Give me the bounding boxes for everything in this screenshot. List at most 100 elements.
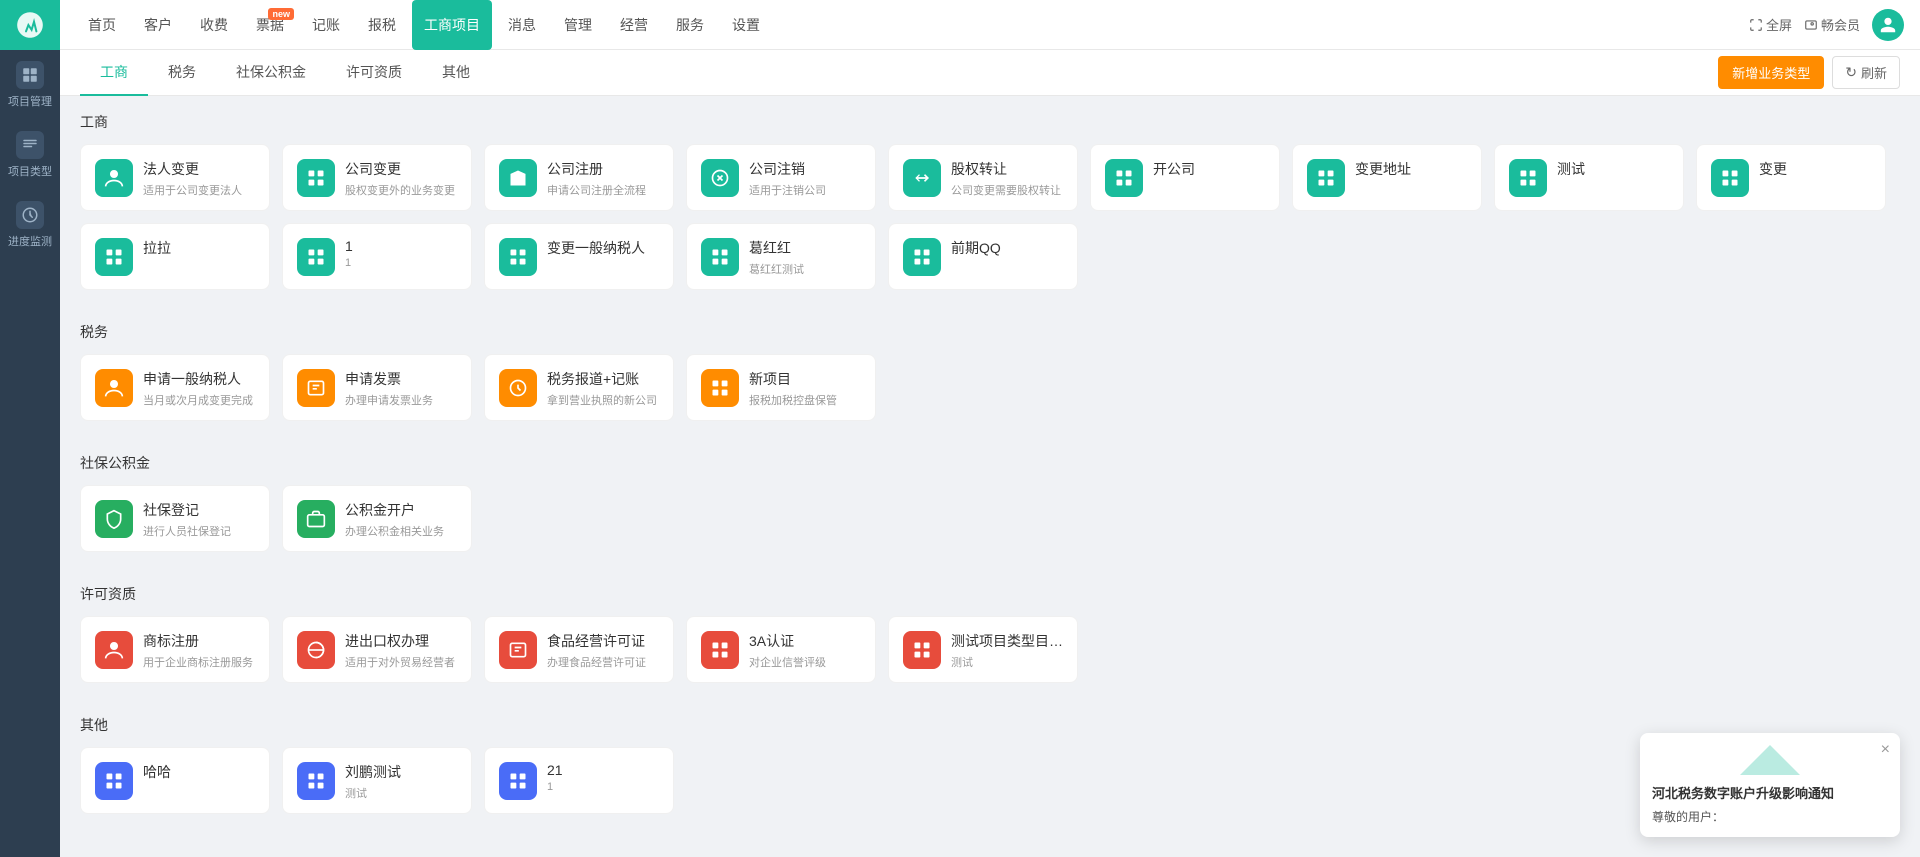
nav-operation[interactable]: 经营 (608, 0, 660, 50)
tab-other[interactable]: 其他 (422, 50, 490, 96)
card-title: 法人变更 (143, 159, 255, 179)
fullscreen-btn[interactable]: 全屏 (1749, 15, 1792, 34)
card-title: 刘鹏测试 (345, 762, 457, 782)
card-trademark[interactable]: 商标注册 用于企业商标注册服务 (80, 616, 270, 683)
card-desc: 对企业信誉评级 (749, 654, 861, 670)
card-test1[interactable]: 测试 (1494, 144, 1684, 211)
sidebar: 项目管理 项目类型 进度监测 (0, 0, 60, 857)
topnav-right: 全屏 畅会员 (1749, 9, 1904, 41)
card-provident-fund[interactable]: 公积金开户 办理公积金相关业务 (282, 485, 472, 552)
card-change1[interactable]: 变更 (1696, 144, 1886, 211)
sidebar-item-project-mgmt[interactable]: 项目管理 (0, 50, 60, 120)
new-badge: new (268, 8, 294, 20)
card-open-company[interactable]: 开公司 (1090, 144, 1280, 211)
card-apply-taxpayer[interactable]: 申请一般纳税人 当月或次月成变更完成 (80, 354, 270, 421)
card-title: 公司注销 (749, 159, 861, 179)
card-title: 测试项目类型目定义 (951, 631, 1063, 651)
nav-customer[interactable]: 客户 (132, 0, 184, 50)
company-cancel-icon (701, 159, 739, 197)
card-num1[interactable]: 1 1 (282, 223, 472, 290)
card-desc: 测试 (345, 785, 457, 801)
nav-invoice[interactable]: 票据 new (244, 0, 296, 50)
equity-transfer-icon (903, 159, 941, 197)
card-tax-report[interactable]: 税务报道+记账 拿到营业执照的新公司 (484, 354, 674, 421)
card-desc: 测试 (951, 654, 1063, 670)
card-lala[interactable]: 拉拉 (80, 223, 270, 290)
card-title: 公司变更 (345, 159, 457, 179)
section-shebao: 社保公积金 社保登记 进行人员社保登记 公积金开户 (60, 437, 1920, 552)
num21-icon (499, 762, 537, 800)
card-3a-cert[interactable]: 3A认证 对企业信誉评级 (686, 616, 876, 683)
section-title-other: 其他 (80, 715, 1900, 735)
card-desc: 适用于注销公司 (749, 182, 861, 198)
nav-manage[interactable]: 管理 (552, 0, 604, 50)
member-btn[interactable]: 畅会员 (1804, 15, 1860, 34)
avatar[interactable] (1872, 9, 1904, 41)
card-desc: 办理食品经营许可证 (547, 654, 659, 670)
nav-service[interactable]: 服务 (664, 0, 716, 50)
sidebar-item-label: 进度监测 (8, 233, 52, 249)
topnav: 首页 客户 收费 票据 new 记账 报税 工商项目 消息 管理 经营 服务 设… (60, 0, 1920, 50)
card-apply-invoice[interactable]: 申请发票 办理申请发票业务 (282, 354, 472, 421)
section-gongshang: 工商 法人变更 适用于公司变更法人 公司变更 (60, 96, 1920, 290)
tab-actions: 新增业务类型 ↻ 刷新 (1718, 56, 1900, 89)
provident-fund-icon (297, 500, 335, 538)
card-social-insurance[interactable]: 社保登记 进行人员社保登记 (80, 485, 270, 552)
card-company-register[interactable]: 公司注册 申请公司注册全流程 (484, 144, 674, 211)
card-title: 1 (345, 238, 457, 254)
tab-shebao[interactable]: 社保公积金 (216, 50, 326, 96)
prev-qq-icon (903, 238, 941, 276)
refresh-button[interactable]: ↻ 刷新 (1832, 56, 1900, 89)
card-company-change[interactable]: 公司变更 股权变更外的业务变更 (282, 144, 472, 211)
notification-title: 河北税务数字账户升级影响通知 (1652, 783, 1888, 802)
trademark-icon (95, 631, 133, 669)
import-export-icon (297, 631, 335, 669)
card-new-project[interactable]: 新项目 报税加税控盘保管 (686, 354, 876, 421)
card-food-license[interactable]: 食品经营许可证 办理食品经营许可证 (484, 616, 674, 683)
notification-body: 尊敬的用户： (1652, 808, 1888, 825)
change-taxpayer-icon (499, 238, 537, 276)
card-desc: 适用于对外贸易经营者 (345, 654, 457, 670)
cards-grid-shebao: 社保登记 进行人员社保登记 公积金开户 办理公积金相关业务 (80, 485, 1900, 552)
card-legal-change[interactable]: 法人变更 适用于公司变更法人 (80, 144, 270, 211)
card-import-export[interactable]: 进出口权办理 适用于对外贸易经营者 (282, 616, 472, 683)
nav-fee[interactable]: 收费 (188, 0, 240, 50)
card-change-taxpayer[interactable]: 变更一般纳税人 (484, 223, 674, 290)
tab-gongshang[interactable]: 工商 (80, 50, 148, 96)
card-title: 前期QQ (951, 238, 1063, 258)
card-num21[interactable]: 21 1 (484, 747, 674, 814)
card-prev-qq[interactable]: 前期QQ (888, 223, 1078, 290)
card-desc: 办理公积金相关业务 (345, 523, 457, 539)
card-title: 变更一般纳税人 (547, 238, 659, 258)
sidebar-item-project-type[interactable]: 项目类型 (0, 120, 60, 190)
notif-triangle (1740, 745, 1800, 775)
card-title: 葛红红 (749, 238, 861, 258)
card-haha[interactable]: 哈哈 (80, 747, 270, 814)
card-desc: 1 (547, 781, 659, 793)
tab-shuiwu[interactable]: 税务 (148, 50, 216, 96)
card-change-address[interactable]: 变更地址 (1292, 144, 1482, 211)
nav-bizproject[interactable]: 工商项目 (412, 0, 492, 50)
section-title-xuke: 许可资质 (80, 584, 1900, 604)
nav-home[interactable]: 首页 (76, 0, 128, 50)
card-equity-transfer[interactable]: 股权转让 公司变更需要股权转让 (888, 144, 1078, 211)
card-liupeng-test[interactable]: 刘鹏测试 测试 (282, 747, 472, 814)
haha-icon (95, 762, 133, 800)
card-desc: 股权变更外的业务变更 (345, 182, 457, 198)
tax-report-icon (499, 369, 537, 407)
tab-xuke[interactable]: 许可资质 (326, 50, 422, 96)
card-company-cancel[interactable]: 公司注销 适用于注销公司 (686, 144, 876, 211)
test1-icon (1509, 159, 1547, 197)
nav-settings[interactable]: 设置 (720, 0, 772, 50)
nav-tax[interactable]: 报税 (356, 0, 408, 50)
card-gehonghong[interactable]: 葛红红 葛红红测试 (686, 223, 876, 290)
card-title: 拉拉 (143, 238, 255, 258)
notification-close-btn[interactable]: × (1881, 741, 1890, 759)
lala-icon (95, 238, 133, 276)
card-test-type-def[interactable]: 测试项目类型目定义 测试 (888, 616, 1078, 683)
add-type-button[interactable]: 新增业务类型 (1718, 56, 1824, 89)
sidebar-item-progress[interactable]: 进度监测 (0, 190, 60, 260)
sidebar-logo[interactable] (0, 0, 60, 50)
nav-message[interactable]: 消息 (496, 0, 548, 50)
nav-bookkeeping[interactable]: 记账 (300, 0, 352, 50)
